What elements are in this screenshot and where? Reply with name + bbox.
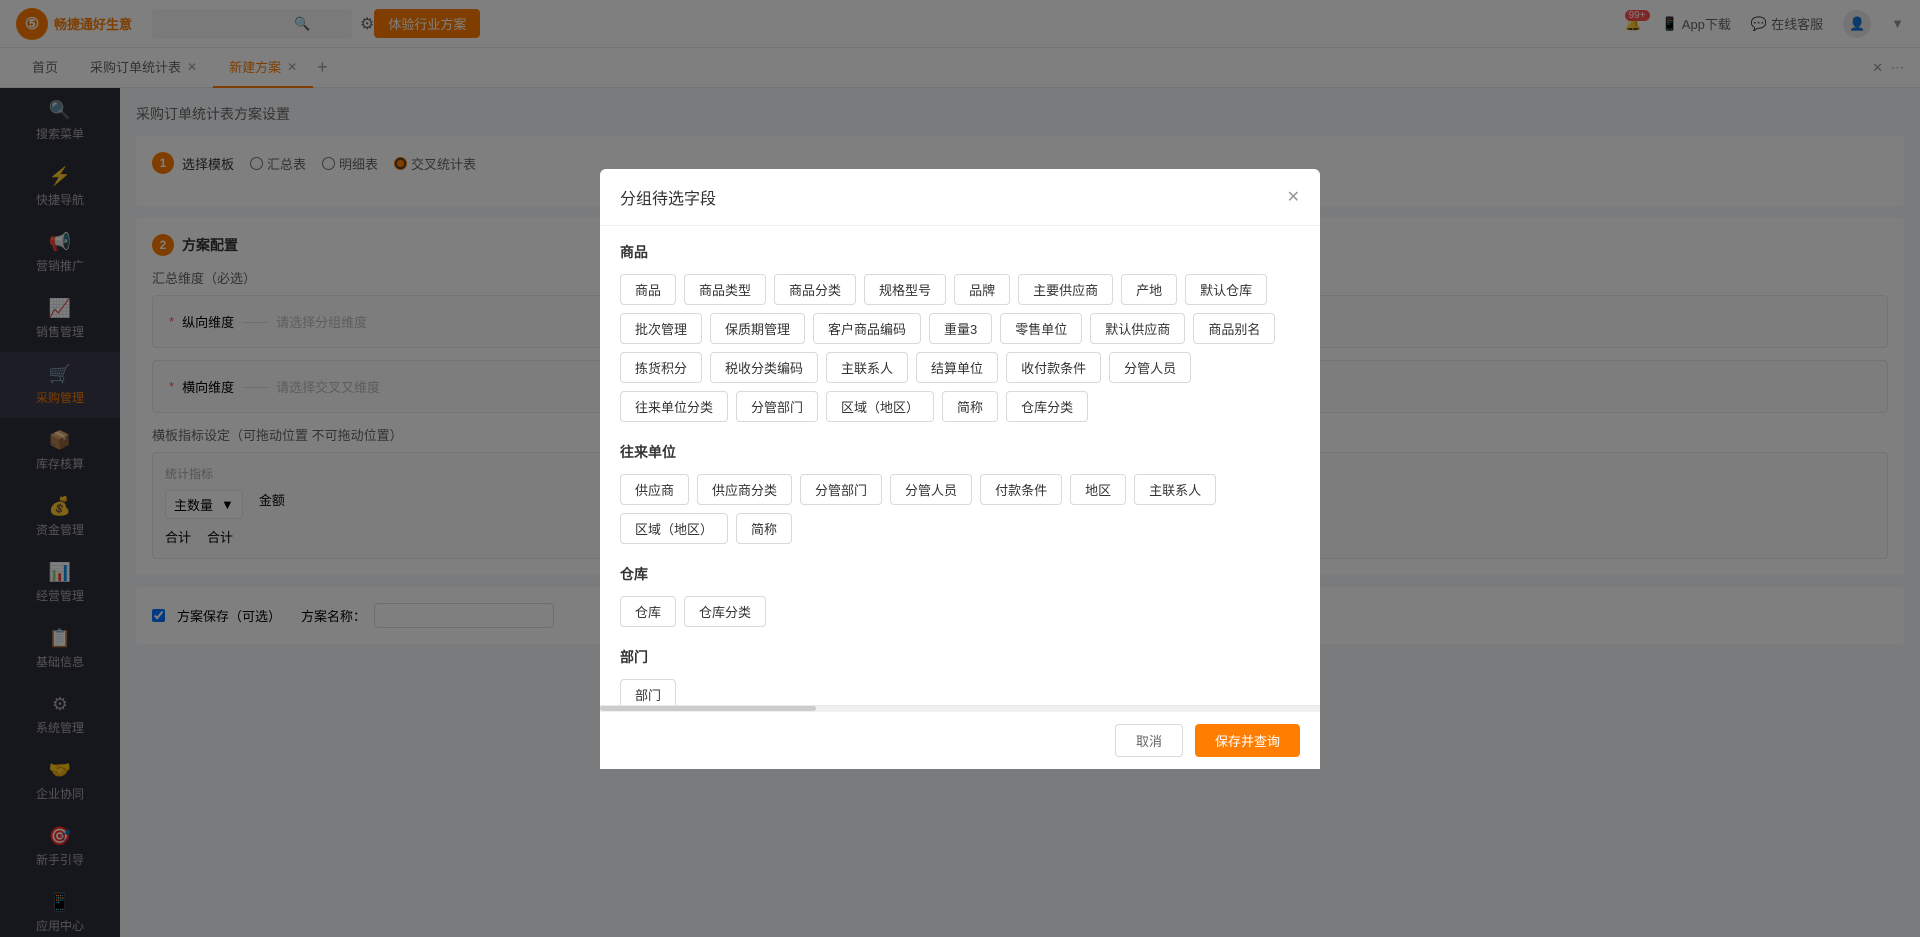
field-chips-warehouse: 仓库 仓库分类 [620, 596, 1300, 627]
field-group-warehouse: 仓库 仓库 仓库分类 [620, 564, 1300, 627]
modal-bottom-scrollbar[interactable] [600, 705, 1320, 711]
modal-close-button[interactable]: ✕ [1287, 187, 1300, 207]
chip-contact-5[interactable]: 地区 [1070, 474, 1126, 505]
chip-product-16[interactable]: 税收分类编码 [710, 352, 818, 383]
cancel-button[interactable]: 取消 [1115, 724, 1183, 757]
chip-product-10[interactable]: 客户商品编码 [813, 313, 921, 344]
chip-contact-7[interactable]: 区域（地区） [620, 513, 728, 544]
chip-product-21[interactable]: 往来单位分类 [620, 391, 728, 422]
chip-product-2[interactable]: 商品分类 [774, 274, 856, 305]
chip-product-18[interactable]: 结算单位 [916, 352, 998, 383]
chip-contact-1[interactable]: 供应商分类 [697, 474, 792, 505]
chip-product-17[interactable]: 主联系人 [826, 352, 908, 383]
chip-product-3[interactable]: 规格型号 [864, 274, 946, 305]
modal-footer: 取消 保存并查询 [600, 711, 1320, 769]
chip-product-14[interactable]: 商品别名 [1193, 313, 1275, 344]
confirm-button[interactable]: 保存并查询 [1195, 724, 1300, 757]
field-group-contact: 往来单位 供应商 供应商分类 分管部门 分管人员 付款条件 地区 主联系人 区域… [620, 442, 1300, 544]
modal-overlay: 分组待选字段 ✕ 商品 商品 商品类型 商品分类 规格型号 品牌 主要供应商 产… [0, 0, 1920, 937]
chip-contact-6[interactable]: 主联系人 [1134, 474, 1216, 505]
modal-header: 分组待选字段 ✕ [600, 169, 1320, 226]
chip-product-6[interactable]: 产地 [1121, 274, 1177, 305]
chip-product-23[interactable]: 区域（地区） [826, 391, 934, 422]
chip-product-20[interactable]: 分管人员 [1109, 352, 1191, 383]
field-group-dept: 部门 部门 [620, 647, 1300, 705]
modal: 分组待选字段 ✕ 商品 商品 商品类型 商品分类 规格型号 品牌 主要供应商 产… [600, 169, 1320, 769]
chip-warehouse-0[interactable]: 仓库 [620, 596, 676, 627]
modal-body[interactable]: 商品 商品 商品类型 商品分类 规格型号 品牌 主要供应商 产地 默认仓库 批次… [600, 226, 1320, 705]
chip-contact-3[interactable]: 分管人员 [890, 474, 972, 505]
chip-contact-0[interactable]: 供应商 [620, 474, 689, 505]
chip-product-12[interactable]: 零售单位 [1000, 313, 1082, 344]
chip-product-11[interactable]: 重量3 [929, 313, 992, 344]
chip-dept-0[interactable]: 部门 [620, 679, 676, 705]
modal-title: 分组待选字段 [620, 185, 716, 209]
chip-product-9[interactable]: 保质期管理 [710, 313, 805, 344]
chip-product-0[interactable]: 商品 [620, 274, 676, 305]
field-group-product-title: 商品 [620, 242, 1300, 262]
chip-product-24[interactable]: 简称 [942, 391, 998, 422]
chip-warehouse-1[interactable]: 仓库分类 [684, 596, 766, 627]
field-chips-dept: 部门 [620, 679, 1300, 705]
chip-product-4[interactable]: 品牌 [954, 274, 1010, 305]
field-chips-product: 商品 商品类型 商品分类 规格型号 品牌 主要供应商 产地 默认仓库 批次管理 … [620, 274, 1300, 422]
field-group-warehouse-title: 仓库 [620, 564, 1300, 584]
chip-product-8[interactable]: 批次管理 [620, 313, 702, 344]
field-group-dept-title: 部门 [620, 647, 1300, 667]
field-group-contact-title: 往来单位 [620, 442, 1300, 462]
chip-product-1[interactable]: 商品类型 [684, 274, 766, 305]
chip-product-7[interactable]: 默认仓库 [1185, 274, 1267, 305]
chip-contact-2[interactable]: 分管部门 [800, 474, 882, 505]
chip-product-19[interactable]: 收付款条件 [1006, 352, 1101, 383]
chip-product-25[interactable]: 仓库分类 [1006, 391, 1088, 422]
modal-bottom-scrollbar-thumb [600, 706, 816, 711]
chip-product-5[interactable]: 主要供应商 [1018, 274, 1113, 305]
chip-product-15[interactable]: 拣货积分 [620, 352, 702, 383]
chip-contact-8[interactable]: 简称 [736, 513, 792, 544]
field-group-product: 商品 商品 商品类型 商品分类 规格型号 品牌 主要供应商 产地 默认仓库 批次… [620, 242, 1300, 422]
chip-contact-4[interactable]: 付款条件 [980, 474, 1062, 505]
field-chips-contact: 供应商 供应商分类 分管部门 分管人员 付款条件 地区 主联系人 区域（地区） … [620, 474, 1300, 544]
chip-product-13[interactable]: 默认供应商 [1090, 313, 1185, 344]
chip-product-22[interactable]: 分管部门 [736, 391, 818, 422]
